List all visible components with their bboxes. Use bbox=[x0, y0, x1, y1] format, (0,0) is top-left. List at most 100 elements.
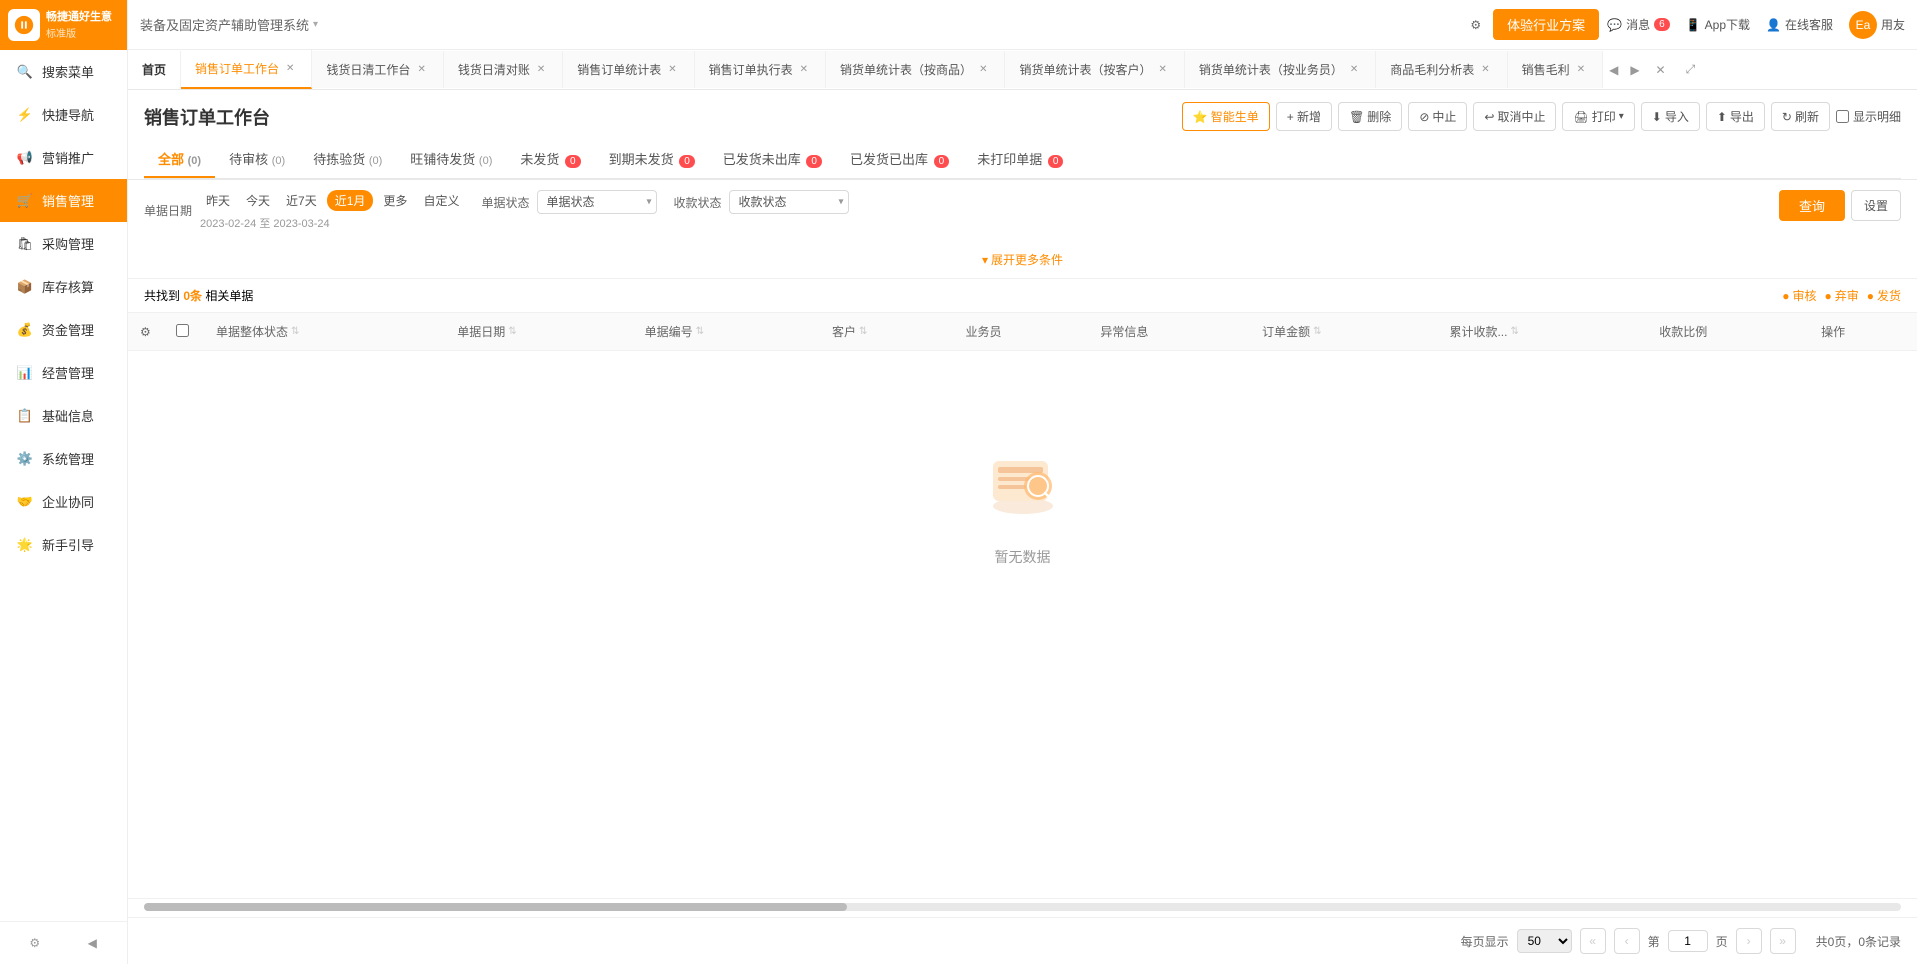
content-tab-pending-audit[interactable]: 待审核 (0) bbox=[215, 141, 299, 178]
content-tab-shipped-out[interactable]: 已发货已出库 0 bbox=[836, 141, 963, 178]
content-tab-not-printed[interactable]: 未打印单据 0 bbox=[963, 141, 1077, 178]
app-download-btn[interactable]: 📱 App下载 bbox=[1686, 16, 1750, 33]
import-btn[interactable]: ⬇ 导入 bbox=[1641, 102, 1700, 131]
tab-close-sales-exec[interactable]: ✕ bbox=[797, 63, 811, 76]
prev-page-btn[interactable]: ‹ bbox=[1614, 928, 1640, 954]
tab-close-sales-stats[interactable]: ✕ bbox=[665, 63, 679, 76]
date-opt-more[interactable]: 更多 bbox=[377, 190, 413, 211]
tab-gross-analysis[interactable]: 商品毛利分析表 ✕ bbox=[1376, 51, 1507, 88]
content-tab-shipped-not-out[interactable]: 已发货未出库 0 bbox=[709, 141, 836, 178]
query-btn[interactable]: 查询 bbox=[1779, 190, 1845, 221]
content-tab-pending-check[interactable]: 待拣验货 (0) bbox=[299, 141, 396, 178]
page-content: 销售订单工作台 ⭐ 智能生单 + 新增 🗑 删除 ⊘ 中止 bbox=[128, 90, 1917, 964]
hscroll-thumb[interactable] bbox=[144, 903, 847, 911]
sort-date[interactable]: 单据日期 ⇅ bbox=[457, 323, 620, 340]
payment-select[interactable]: 收款状态 bbox=[729, 190, 849, 214]
sidebar-item-sales[interactable]: 🛒 销售管理 bbox=[0, 179, 127, 222]
solution-btn[interactable]: 体验行业方案 bbox=[1493, 9, 1599, 40]
cancel-audit-btn[interactable]: ● 弃审 bbox=[1824, 287, 1858, 304]
sidebar-item-purchase[interactable]: 🛍 采购管理 bbox=[0, 222, 127, 265]
tab-prev-btn[interactable]: ◀ bbox=[1603, 55, 1624, 85]
sort-cumulative[interactable]: 累计收款... ⇅ bbox=[1449, 323, 1635, 340]
empty-state: 暂无数据 bbox=[128, 351, 1917, 647]
audit-btn[interactable]: ● 审核 bbox=[1782, 287, 1816, 304]
page-number-input[interactable] bbox=[1668, 930, 1708, 952]
sidebar-item-collab[interactable]: 🤝 企业协同 bbox=[0, 480, 127, 523]
tab-next-btn[interactable]: ▶ bbox=[1624, 55, 1645, 85]
sidebar-item-finance[interactable]: 💰 资金管理 bbox=[0, 308, 127, 351]
tab-close-product-stats[interactable]: ✕ bbox=[976, 63, 990, 76]
sidebar-item-search[interactable]: 🔍 搜索菜单 bbox=[0, 50, 127, 93]
sidebar-collapse-btn[interactable]: ◀ bbox=[68, 932, 118, 954]
print-btn[interactable]: 🖨 打印 ▾ bbox=[1562, 102, 1634, 131]
sidebar-item-guide[interactable]: 🌟 新手引导 bbox=[0, 523, 127, 566]
next-page-btn[interactable]: › bbox=[1736, 928, 1762, 954]
smart-gen-btn[interactable]: ⭐ 智能生单 bbox=[1182, 102, 1270, 131]
tab-sales-exec[interactable]: 销售订单执行表 ✕ bbox=[695, 51, 826, 88]
sort-amount[interactable]: 订单金额 ⇅ bbox=[1262, 323, 1425, 340]
sort-overall-status[interactable]: 单据整体状态 ⇅ bbox=[216, 323, 433, 340]
sidebar-item-management[interactable]: 📊 经营管理 bbox=[0, 351, 127, 394]
add-btn[interactable]: + 新增 bbox=[1276, 102, 1332, 131]
sidebar-item-system[interactable]: ⚙️ 系统管理 bbox=[0, 437, 127, 480]
tab-close-sales-workbench[interactable]: ✕ bbox=[283, 62, 297, 75]
filter-settings-btn[interactable]: 设置 bbox=[1851, 190, 1901, 221]
sidebar-item-basicinfo[interactable]: 📋 基础信息 bbox=[0, 394, 127, 437]
tab-close-sales-gross[interactable]: ✕ bbox=[1574, 63, 1588, 76]
tab-customer-stats[interactable]: 销货单统计表（按客户） ✕ bbox=[1005, 51, 1184, 88]
import-icon: ⬇ bbox=[1652, 110, 1662, 124]
expand-filter-btn[interactable]: ▾ 展开更多条件 bbox=[982, 251, 1063, 268]
export-btn[interactable]: ⬆ 导出 bbox=[1706, 102, 1765, 131]
system-title[interactable]: 装备及固定资产辅助管理系统 ▾ bbox=[140, 15, 1458, 34]
results-prefix: 共找到 bbox=[144, 289, 180, 303]
tab-product-stats[interactable]: 销货单统计表（按商品） ✕ bbox=[826, 51, 1005, 88]
sidebar-settings-btn[interactable]: ⚙ bbox=[10, 932, 60, 954]
stop-btn[interactable]: ⊘ 中止 bbox=[1408, 102, 1467, 131]
settings-icon[interactable]: ⚙ bbox=[140, 325, 151, 339]
sidebar-item-quicknav[interactable]: ⚡ 快捷导航 bbox=[0, 93, 127, 136]
user-menu[interactable]: Ea 用友 bbox=[1849, 11, 1905, 39]
tab-close-all-btn[interactable]: ✕ bbox=[1646, 55, 1676, 85]
content-tab-overdue-unshipped[interactable]: 到期未发货 0 bbox=[595, 141, 709, 178]
content-tab-wangpu-pending[interactable]: 旺铺待发货 (0) bbox=[396, 141, 506, 178]
refresh-btn[interactable]: ↻ 刷新 bbox=[1771, 102, 1830, 131]
tab-daily-clear[interactable]: 钱货日清工作台 ✕ bbox=[312, 51, 443, 88]
select-all-checkbox[interactable] bbox=[176, 324, 189, 337]
tab-sales-workbench[interactable]: 销售订单工作台 ✕ bbox=[181, 50, 312, 89]
content-tab-all[interactable]: 全部 (0) bbox=[144, 141, 215, 178]
status-select[interactable]: 单据状态 bbox=[537, 190, 657, 214]
sort-customer[interactable]: 客户 ⇅ bbox=[832, 323, 941, 340]
show-detail-checkbox[interactable] bbox=[1836, 110, 1849, 123]
tab-close-sales-rep-stats[interactable]: ✕ bbox=[1347, 63, 1361, 76]
show-detail-label[interactable]: 显示明细 bbox=[1836, 108, 1901, 125]
first-page-btn[interactable]: « bbox=[1580, 928, 1606, 954]
tab-close-customer-stats[interactable]: ✕ bbox=[1155, 63, 1169, 76]
tab-sales-rep-stats[interactable]: 销货单统计表（按业务员） ✕ bbox=[1185, 51, 1376, 88]
tab-expand-btn[interactable]: ⤢ bbox=[1676, 54, 1706, 85]
sidebar-item-marketing[interactable]: 📢 营销推广 bbox=[0, 136, 127, 179]
content-tab-unshipped[interactable]: 未发货 0 bbox=[506, 141, 594, 178]
tab-close-reconcile[interactable]: ✕ bbox=[534, 63, 548, 76]
tab-reconcile[interactable]: 钱货日清对账 ✕ bbox=[444, 51, 563, 88]
online-service-btn[interactable]: 👤 在线客服 bbox=[1766, 16, 1833, 33]
topbar-settings-btn[interactable]: ⚙ bbox=[1466, 14, 1485, 36]
date-opt-custom[interactable]: 自定义 bbox=[417, 190, 465, 211]
hscroll-track[interactable] bbox=[144, 903, 1901, 911]
message-btn[interactable]: 💬 消息 6 bbox=[1607, 16, 1670, 33]
delete-btn[interactable]: 🗑 删除 bbox=[1338, 102, 1402, 131]
cancel-stop-btn[interactable]: ↩ 取消中止 bbox=[1473, 102, 1556, 131]
ship-btn[interactable]: ● 发货 bbox=[1867, 287, 1901, 304]
tab-sales-stats[interactable]: 销售订单统计表 ✕ bbox=[563, 51, 694, 88]
tab-sales-gross[interactable]: 销售毛利 ✕ bbox=[1508, 51, 1603, 88]
tab-close-gross-analysis[interactable]: ✕ bbox=[1478, 63, 1492, 76]
date-opt-7days[interactable]: 近7天 bbox=[280, 190, 323, 211]
date-opt-yesterday[interactable]: 昨天 bbox=[200, 190, 236, 211]
sidebar-item-inventory[interactable]: 📦 库存核算 bbox=[0, 265, 127, 308]
page-size-select[interactable]: 50 10 20 100 bbox=[1517, 929, 1572, 953]
date-opt-1month[interactable]: 近1月 bbox=[327, 190, 374, 211]
sort-number[interactable]: 单据编号 ⇅ bbox=[645, 323, 808, 340]
last-page-btn[interactable]: » bbox=[1770, 928, 1796, 954]
tab-home[interactable]: 首页 bbox=[128, 51, 181, 88]
date-opt-today[interactable]: 今天 bbox=[240, 190, 276, 211]
tab-close-daily-clear[interactable]: ✕ bbox=[414, 63, 428, 76]
